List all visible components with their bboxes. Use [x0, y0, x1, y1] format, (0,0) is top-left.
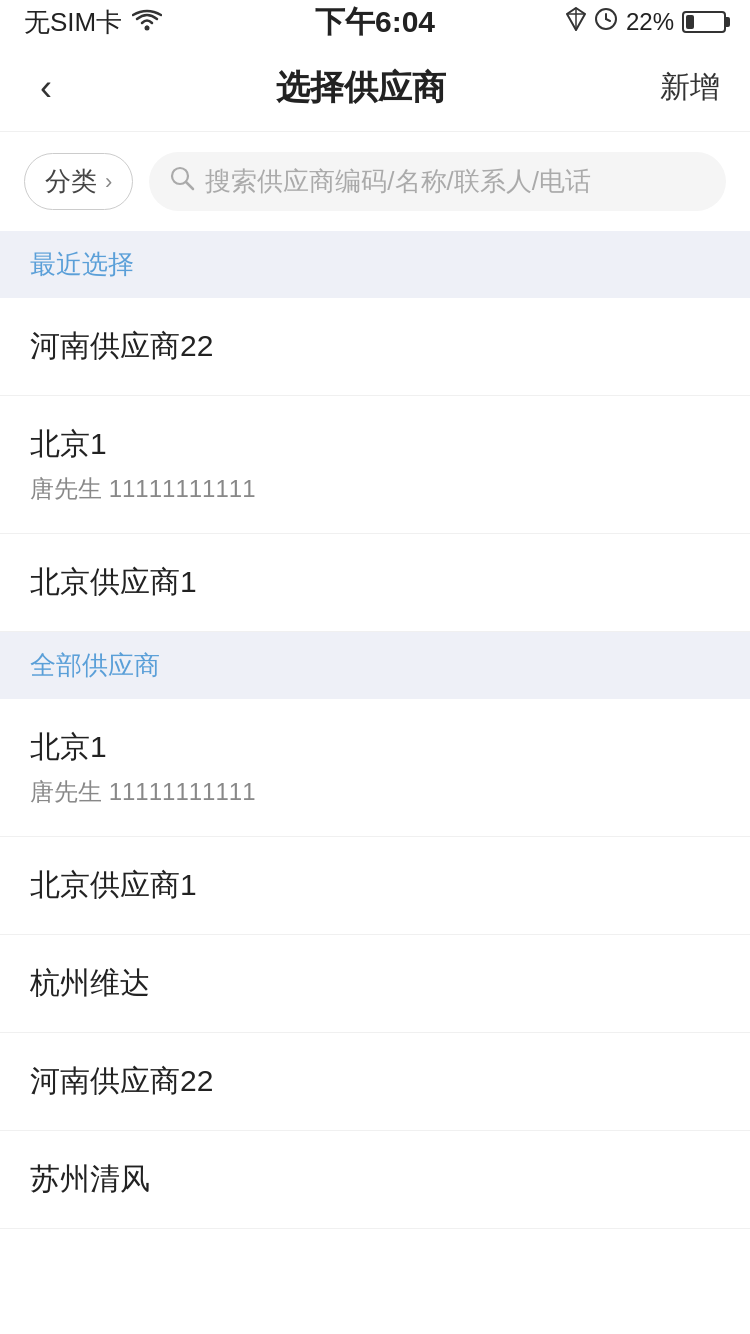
supplier-name: 北京1: [30, 727, 720, 768]
list-item[interactable]: 河南供应商22: [0, 298, 750, 396]
supplier-name: 苏州清风: [30, 1159, 720, 1200]
list-item[interactable]: 杭州维达: [0, 935, 750, 1033]
search-box[interactable]: 搜索供应商编码/名称/联系人/电话: [149, 152, 726, 211]
supplier-name: 杭州维达: [30, 963, 720, 1004]
chevron-right-icon: ›: [105, 169, 112, 195]
nav-bar: ‹ 选择供应商 新增: [0, 44, 750, 132]
supplier-name: 河南供应商22: [30, 1061, 720, 1102]
list-item[interactable]: 苏州清风: [0, 1131, 750, 1229]
list-item[interactable]: 河南供应商22: [0, 1033, 750, 1131]
status-right: 22%: [566, 7, 726, 37]
battery-pct: 22%: [626, 8, 674, 36]
search-icon: [169, 165, 195, 198]
battery-icon: [682, 11, 726, 33]
status-left: 无SIM卡: [24, 5, 162, 40]
status-time: 下午6:04: [315, 2, 435, 43]
supplier-contact: 唐先生 11111111111: [30, 473, 720, 505]
clock-icon: [594, 7, 618, 37]
section-header-recent: 最近选择: [0, 231, 750, 298]
add-button[interactable]: 新增: [660, 67, 720, 108]
svg-point-0: [145, 25, 150, 30]
supplier-name: 河南供应商22: [30, 326, 720, 367]
list-item[interactable]: 北京供应商1: [0, 534, 750, 632]
carrier-label: 无SIM卡: [24, 5, 122, 40]
search-placeholder: 搜索供应商编码/名称/联系人/电话: [205, 164, 591, 199]
filter-bar: 分类 › 搜索供应商编码/名称/联系人/电话: [0, 132, 750, 231]
wifi-icon: [132, 7, 162, 38]
back-button[interactable]: ‹: [30, 57, 62, 119]
page-title: 选择供应商: [276, 65, 446, 111]
category-button[interactable]: 分类 ›: [24, 153, 133, 210]
list-item[interactable]: 北京供应商1: [0, 837, 750, 935]
svg-line-7: [186, 182, 193, 189]
svg-line-5: [606, 19, 610, 21]
sections-container: 最近选择河南供应商22 北京1 唐先生 11111111111 北京供应商1 全部供应商…: [0, 231, 750, 1229]
section-header-all: 全部供应商: [0, 632, 750, 699]
supplier-name: 北京供应商1: [30, 562, 720, 603]
location-icon: [566, 7, 586, 37]
supplier-contact: 唐先生 11111111111: [30, 776, 720, 808]
status-bar: 无SIM卡 下午6:04: [0, 0, 750, 44]
supplier-name: 北京1: [30, 424, 720, 465]
category-label: 分类: [45, 164, 97, 199]
list-item[interactable]: 北京1 唐先生 11111111111: [0, 396, 750, 534]
supplier-name: 北京供应商1: [30, 865, 720, 906]
list-item[interactable]: 北京1 唐先生 11111111111: [0, 699, 750, 837]
